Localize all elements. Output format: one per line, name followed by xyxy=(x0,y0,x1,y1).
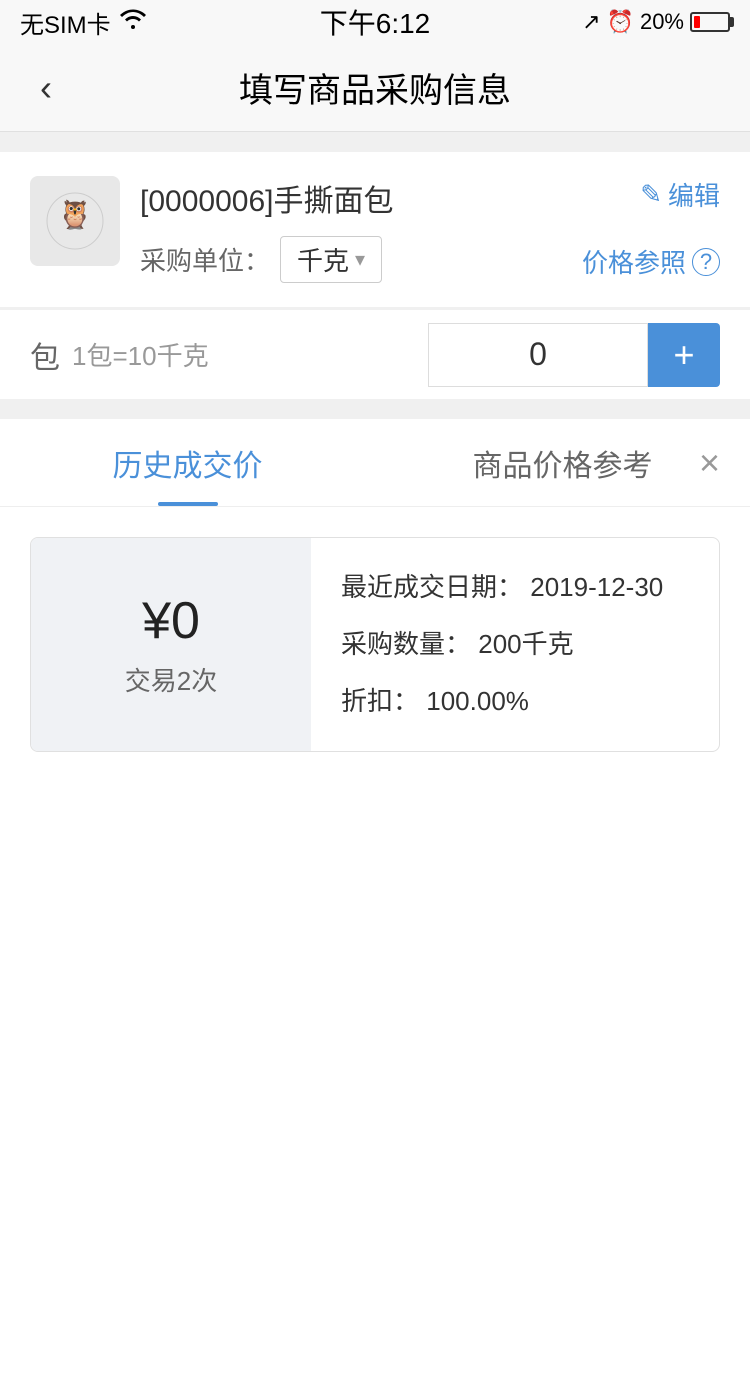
quantity-note: 1包=10千克 xyxy=(72,336,209,373)
nav-title: 填写商品采购信息 xyxy=(239,63,511,112)
discount-value: 100.00% xyxy=(426,686,529,716)
quantity-plus-button[interactable]: + xyxy=(648,323,720,387)
status-left: 无SIM卡 xyxy=(20,5,147,40)
quantity-value: 0 xyxy=(529,336,547,373)
tab-product-ref-label: 商品价格参考 xyxy=(473,441,653,485)
plus-icon: + xyxy=(673,334,694,376)
quantity-left: 包 1包=10千克 xyxy=(30,333,209,377)
wifi-icon xyxy=(119,8,147,36)
help-icon: ? xyxy=(692,248,720,276)
edit-icon: ✎ xyxy=(640,179,662,210)
transaction-discount: 折扣： 100.00% xyxy=(341,682,689,721)
quantity-input[interactable]: 0 xyxy=(428,323,648,387)
tabs-panel: 历史成交价 商品价格参考 × ¥0 交易2次 最近成交日期： 2019-12-3… xyxy=(0,419,750,782)
alarm-icon: ⏰ xyxy=(607,9,634,35)
product-right-col: ✎ 编辑 价格参照 ? xyxy=(582,176,720,280)
tab-history-label: 历史成交价 xyxy=(113,441,263,485)
quantity-unit-icon: 包 xyxy=(30,333,60,377)
unit-arrow-icon: ▾ xyxy=(355,247,365,272)
transaction-price-block: ¥0 交易2次 xyxy=(31,538,311,751)
nav-bar: ‹ 填写商品采购信息 xyxy=(0,44,750,132)
tab-active-indicator xyxy=(158,502,218,506)
unit-row: 采购单位： 千克 ▾ xyxy=(140,236,393,283)
date-value: 2019-12-30 xyxy=(530,572,663,602)
transaction-card: ¥0 交易2次 最近成交日期： 2019-12-30 采购数量： 200千克 折… xyxy=(30,537,720,752)
product-info: [0000006]手撕面包 采购单位： 千克 ▾ xyxy=(140,176,393,283)
battery-pct: 20% xyxy=(640,9,684,35)
qty-value: 200千克 xyxy=(478,629,573,659)
section-divider xyxy=(0,401,750,419)
date-label: 最近成交日期： xyxy=(341,572,523,602)
unit-label: 采购单位： xyxy=(140,241,270,278)
product-card: 🦉 [0000006]手撕面包 采购单位： 千克 ▾ ✎ 编辑 xyxy=(0,152,750,307)
discount-label: 折扣： xyxy=(341,686,419,716)
back-button[interactable]: ‹ xyxy=(30,57,62,119)
product-image: 🦉 xyxy=(30,176,120,266)
unit-value: 千克 xyxy=(297,241,349,278)
unit-select[interactable]: 千克 ▾ xyxy=(280,236,382,283)
empty-content-area xyxy=(0,782,750,1382)
edit-label: 编辑 xyxy=(668,176,720,213)
qty-label: 采购数量： xyxy=(341,629,471,659)
tab-product-price-ref[interactable]: 商品价格参考 xyxy=(375,419,750,506)
transaction-details: 最近成交日期： 2019-12-30 采购数量： 200千克 折扣： 100.0… xyxy=(311,538,719,751)
price-ref-button[interactable]: 价格参照 ? xyxy=(582,243,720,280)
tab-history-price[interactable]: 历史成交价 xyxy=(0,419,375,506)
edit-button[interactable]: ✎ 编辑 xyxy=(640,176,720,213)
product-name: [0000006]手撕面包 xyxy=(140,176,393,220)
status-bar: 无SIM卡 下午6:12 ↗ ⏰ 20% xyxy=(0,0,750,44)
transaction-date: 最近成交日期： 2019-12-30 xyxy=(341,568,689,607)
tabs-close-button[interactable]: × xyxy=(699,442,720,484)
battery-icon xyxy=(690,12,730,32)
history-content: ¥0 交易2次 最近成交日期： 2019-12-30 采购数量： 200千克 折… xyxy=(0,507,750,782)
network-label: 无SIM卡 xyxy=(20,5,111,40)
svg-text:🦉: 🦉 xyxy=(58,199,93,231)
location-icon: ↗ xyxy=(582,9,600,35)
quantity-section: 包 1包=10千克 0 + xyxy=(0,309,750,399)
transaction-price: ¥0 xyxy=(142,591,200,651)
tabs-header: 历史成交价 商品价格参考 × xyxy=(0,419,750,507)
quantity-right: 0 + xyxy=(428,323,720,387)
transaction-count: 交易2次 xyxy=(125,661,217,698)
status-right: ↗ ⏰ 20% xyxy=(582,9,730,35)
status-time: 下午6:12 xyxy=(320,2,431,42)
price-ref-label: 价格参照 xyxy=(582,243,686,280)
transaction-qty: 采购数量： 200千克 xyxy=(341,625,689,664)
